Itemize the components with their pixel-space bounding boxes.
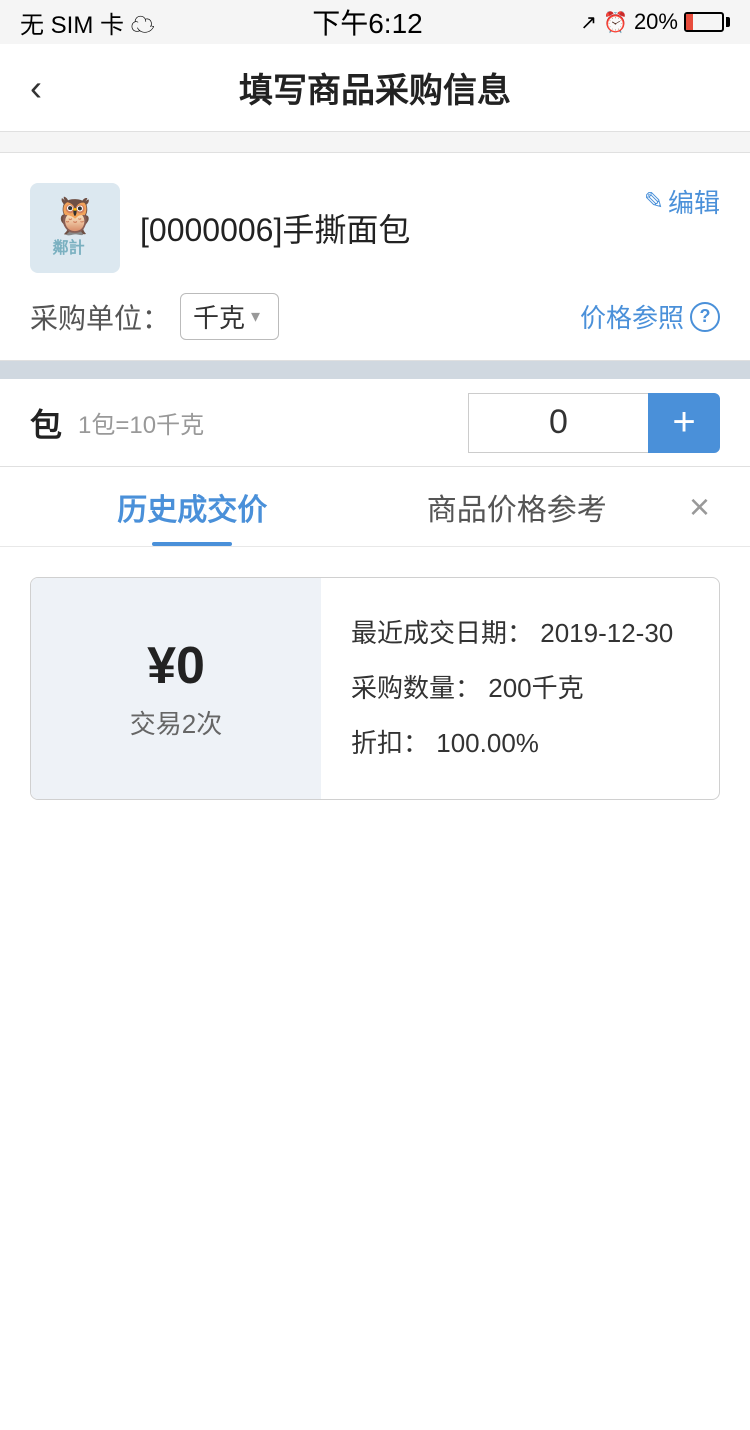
edit-label: 编辑 — [668, 183, 720, 220]
unit-value: 千克 — [193, 298, 245, 335]
trade-count: 交易2次 — [130, 704, 222, 741]
qty-label: 包 1包=10千克 — [30, 400, 204, 446]
product-thumbnail: 🦉 鄰計 — [30, 183, 120, 273]
edit-button[interactable]: ✎ 编辑 — [644, 183, 720, 220]
tab-price-ref[interactable]: 商品价格参考 — [354, 467, 678, 546]
discount-row: 折扣： 100.00% — [351, 724, 689, 763]
qty-unit: 包 — [30, 400, 62, 446]
status-right: ↗ ⏰ 20% — [580, 9, 730, 35]
product-info: 🦉 鄰計 [0000006]手撕面包 — [30, 183, 410, 273]
tabs-section: 历史成交价 商品价格参考 × ¥0 交易2次 最近成交日期： 2019-12-3… — [0, 467, 750, 830]
battery-icon — [684, 12, 730, 32]
page-title: 填写商品采购信息 — [239, 63, 511, 112]
discount-value: 100.00% — [436, 728, 539, 758]
status-left: 无 SIM 卡 ☁ — [20, 5, 155, 40]
status-time: 下午6:12 — [312, 2, 423, 42]
qty-controls: 0 + — [468, 393, 720, 453]
signal-text: 无 SIM 卡 ☁ — [20, 5, 155, 40]
owl-label: 鄰計 — [53, 234, 98, 258]
header: ‹ 填写商品采购信息 — [0, 44, 750, 132]
unit-select[interactable]: 千克 — [180, 293, 279, 340]
recent-date-row: 最近成交日期： 2019-12-30 — [351, 614, 689, 653]
purchase-qty-value: 200千克 — [488, 673, 583, 703]
qty-input[interactable]: 0 — [468, 393, 648, 453]
section-divider — [0, 361, 750, 379]
tab-active-indicator — [152, 542, 232, 546]
footer-space — [0, 830, 750, 1430]
tab-price-ref-label: 商品价格参考 — [427, 485, 607, 529]
trade-card: ¥0 交易2次 最近成交日期： 2019-12-30 采购数量： 200千克 折… — [30, 577, 720, 800]
qty-plus-button[interactable]: + — [648, 393, 720, 453]
product-name: [0000006]手撕面包 — [140, 205, 410, 251]
battery-percent: 20% — [634, 9, 678, 35]
product-card: 🦉 鄰計 [0000006]手撕面包 ✎ 编辑 采购单位： 千克 价格参照 ? — [0, 152, 750, 361]
discount-label: 折扣： — [351, 728, 429, 758]
location-icon: ↗ — [580, 10, 597, 35]
help-icon: ? — [690, 302, 720, 332]
history-content: ¥0 交易2次 最近成交日期： 2019-12-30 采购数量： 200千克 折… — [0, 547, 750, 830]
back-button[interactable]: ‹ — [30, 67, 90, 109]
tab-history-label: 历史成交价 — [117, 485, 267, 529]
alarm-icon: ⏰ — [603, 10, 628, 35]
recent-date-label: 最近成交日期： — [351, 618, 533, 648]
procure-left: 采购单位： 千克 — [30, 293, 279, 340]
status-bar: 无 SIM 卡 ☁ 下午6:12 ↗ ⏰ 20% — [0, 0, 750, 44]
procure-row: 采购单位： 千克 价格参照 ? — [30, 293, 720, 340]
recent-date-value: 2019-12-30 — [540, 618, 673, 648]
quantity-row: 包 1包=10千克 0 + — [0, 379, 750, 467]
product-top: 🦉 鄰計 [0000006]手撕面包 ✎ 编辑 — [30, 183, 720, 273]
price-ref-button[interactable]: 价格参照 ? — [580, 298, 720, 335]
edit-icon: ✎ — [644, 187, 664, 216]
procure-unit-label: 采购单位： — [30, 297, 170, 337]
purchase-qty-row: 采购数量： 200千克 — [351, 669, 689, 708]
qty-conversion: 1包=10千克 — [78, 405, 204, 440]
tab-history-price[interactable]: 历史成交价 — [30, 467, 354, 546]
trade-price: ¥0 — [147, 636, 205, 696]
purchase-qty-label: 采购数量： — [351, 673, 481, 703]
trade-details: 最近成交日期： 2019-12-30 采购数量： 200千克 折扣： 100.0… — [321, 578, 719, 799]
close-tab-button[interactable]: × — [679, 486, 720, 528]
trade-price-section: ¥0 交易2次 — [31, 578, 321, 799]
owl-icon: 🦉 — [53, 198, 98, 234]
price-ref-label: 价格参照 — [580, 298, 684, 335]
tabs-header: 历史成交价 商品价格参考 × — [0, 467, 750, 547]
